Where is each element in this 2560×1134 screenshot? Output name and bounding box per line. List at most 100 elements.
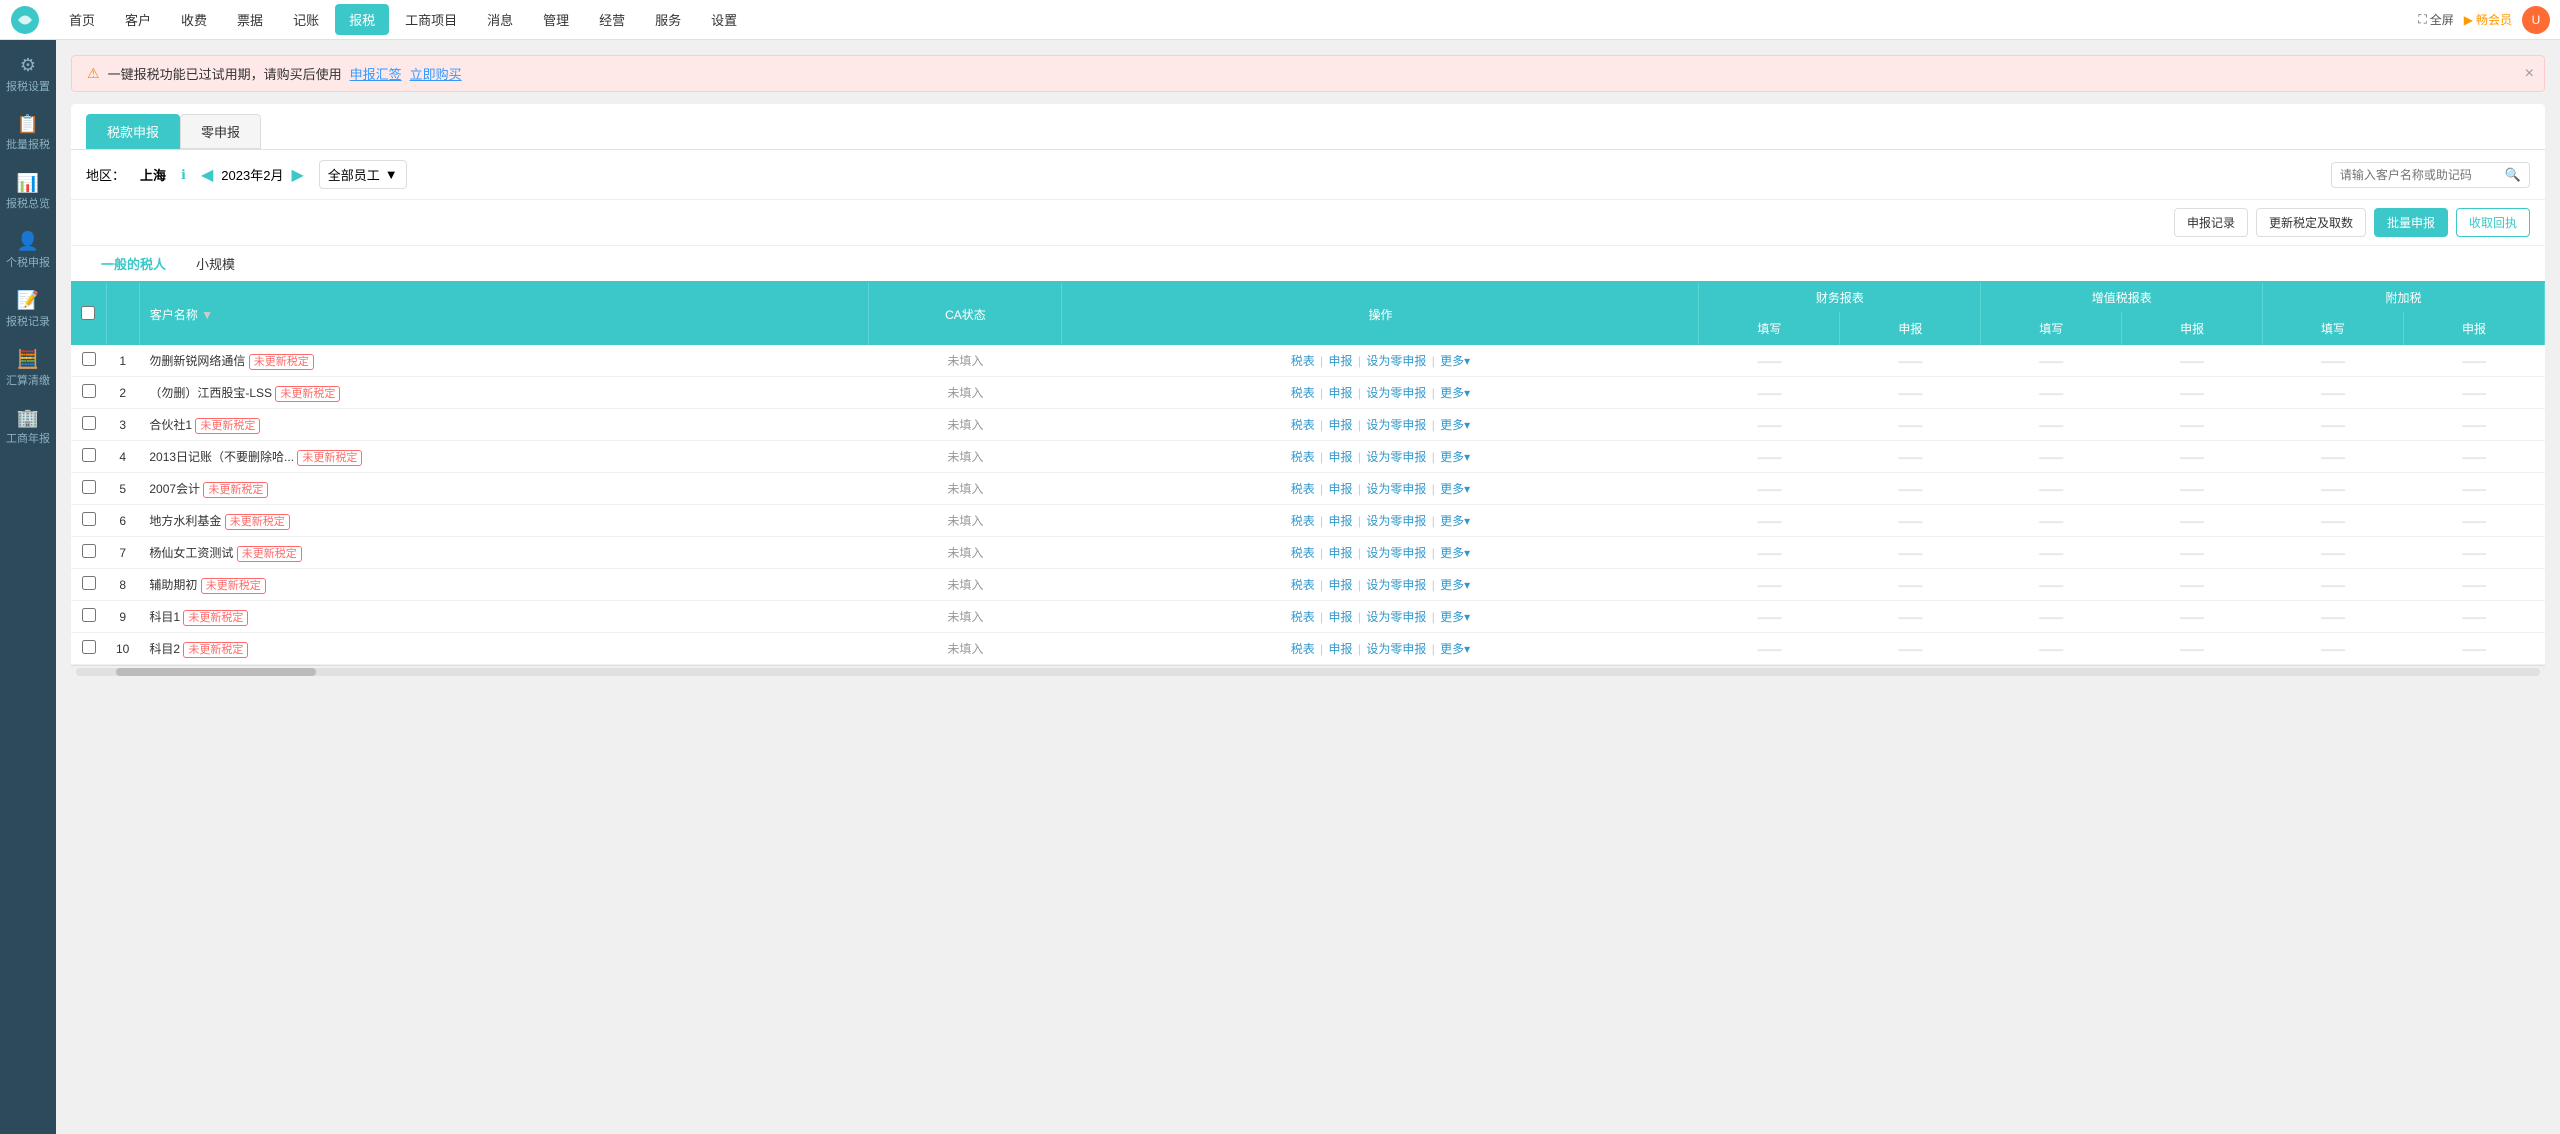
customer-name-4[interactable]: 2007会计 (149, 482, 200, 496)
op-submit-0[interactable]: 申报 (1329, 354, 1353, 368)
nav-bookkeeping[interactable]: 记账 (279, 4, 333, 35)
op-more-0[interactable]: 更多▾ (1440, 354, 1470, 368)
employee-select[interactable]: 全部员工 ▼ (319, 160, 407, 189)
row-checkbox-3[interactable] (82, 448, 96, 462)
customer-name-9[interactable]: 科目2 (149, 642, 180, 656)
scroll-thumb[interactable] (116, 668, 316, 676)
nav-tax[interactable]: 报税 (335, 4, 389, 35)
op-taxform-4[interactable]: 税表 (1291, 482, 1315, 496)
customer-name-0[interactable]: 勿删新锐网络通信 (149, 354, 245, 368)
op-zero-6[interactable]: 设为零申报 (1366, 546, 1426, 560)
nav-settings[interactable]: 设置 (697, 4, 751, 35)
op-submit-4[interactable]: 申报 (1329, 482, 1353, 496)
op-more-9[interactable]: 更多▾ (1440, 642, 1470, 656)
op-taxform-7[interactable]: 税表 (1291, 578, 1315, 592)
nav-customer[interactable]: 客户 (111, 4, 165, 35)
op-more-6[interactable]: 更多▾ (1440, 546, 1470, 560)
row-checkbox-0[interactable] (82, 352, 96, 366)
retrieve-receipt-button[interactable]: 收取回执 (2456, 208, 2530, 237)
nav-home[interactable]: 首页 (55, 4, 109, 35)
sidebar-item-batch-tax[interactable]: 📋 批量报税 (0, 104, 56, 163)
nav-invoice[interactable]: 票据 (223, 4, 277, 35)
sidebar-item-annual-report[interactable]: 🏢 工商年报 (0, 398, 56, 457)
op-taxform-9[interactable]: 税表 (1291, 642, 1315, 656)
op-more-8[interactable]: 更多▾ (1440, 610, 1470, 624)
op-taxform-6[interactable]: 税表 (1291, 546, 1315, 560)
sidebar-item-personal-tax[interactable]: 👤 个税申报 (0, 221, 56, 280)
tab-tax-declaration[interactable]: 税款申报 (86, 114, 180, 149)
app-logo[interactable] (10, 5, 40, 35)
op-zero-8[interactable]: 设为零申报 (1366, 610, 1426, 624)
customer-name-3[interactable]: 2013日记账（不要删除哈... (149, 450, 294, 464)
search-icon[interactable]: 🔍 (2505, 167, 2521, 183)
row-checkbox-5[interactable] (82, 512, 96, 526)
row-checkbox-8[interactable] (82, 608, 96, 622)
op-more-1[interactable]: 更多▾ (1440, 386, 1470, 400)
op-zero-7[interactable]: 设为零申报 (1366, 578, 1426, 592)
sidebar-item-tax-overview[interactable]: 📊 报税总览 (0, 163, 56, 222)
customer-name-7[interactable]: 辅助期初 (149, 578, 197, 592)
tab-zero-declaration[interactable]: 零申报 (180, 114, 261, 149)
op-submit-8[interactable]: 申报 (1329, 610, 1353, 624)
horizontal-scrollbar[interactable] (71, 665, 2545, 677)
notice-close-button[interactable]: × (2525, 65, 2534, 83)
nav-service[interactable]: 服务 (641, 4, 695, 35)
op-taxform-1[interactable]: 税表 (1291, 386, 1315, 400)
op-taxform-5[interactable]: 税表 (1291, 514, 1315, 528)
fullscreen-button[interactable]: ⛶ 全屏 (2418, 11, 2453, 28)
row-checkbox-2[interactable] (82, 416, 96, 430)
date-prev-button[interactable]: ◀ (201, 165, 213, 185)
op-more-4[interactable]: 更多▾ (1440, 482, 1470, 496)
op-more-5[interactable]: 更多▾ (1440, 514, 1470, 528)
subtab-general-taxpayer[interactable]: 一般的税人 (86, 246, 181, 283)
op-zero-5[interactable]: 设为零申报 (1366, 514, 1426, 528)
customer-name-5[interactable]: 地方水利基金 (149, 514, 221, 528)
customer-name-1[interactable]: （勿删）江西股宝-LSS (149, 386, 272, 400)
op-more-2[interactable]: 更多▾ (1440, 418, 1470, 432)
op-submit-3[interactable]: 申报 (1329, 450, 1353, 464)
op-more-3[interactable]: 更多▾ (1440, 450, 1470, 464)
op-more-7[interactable]: 更多▾ (1440, 578, 1470, 592)
customer-name-6[interactable]: 杨仙女工资测试 (149, 546, 233, 560)
sidebar-item-settlement[interactable]: 🧮 汇算清缴 (0, 339, 56, 398)
row-checkbox-7[interactable] (82, 576, 96, 590)
op-zero-0[interactable]: 设为零申报 (1366, 354, 1426, 368)
op-submit-9[interactable]: 申报 (1329, 642, 1353, 656)
customer-name-2[interactable]: 合伙社1 (149, 418, 192, 432)
search-input[interactable] (2340, 168, 2500, 182)
sidebar-item-tax-record[interactable]: 📝 报税记录 (0, 280, 56, 339)
nav-commerce[interactable]: 工商项目 (391, 4, 471, 35)
nav-billing[interactable]: 收费 (167, 4, 221, 35)
op-taxform-0[interactable]: 税表 (1291, 354, 1315, 368)
op-zero-9[interactable]: 设为零申报 (1366, 642, 1426, 656)
op-taxform-8[interactable]: 税表 (1291, 610, 1315, 624)
op-zero-3[interactable]: 设为零申报 (1366, 450, 1426, 464)
op-taxform-3[interactable]: 税表 (1291, 450, 1315, 464)
nav-message[interactable]: 消息 (473, 4, 527, 35)
sidebar-item-tax-settings[interactable]: ⚙ 报税设置 (0, 45, 56, 104)
declaration-record-button[interactable]: 申报记录 (2174, 208, 2248, 237)
op-submit-2[interactable]: 申报 (1329, 418, 1353, 432)
row-checkbox-1[interactable] (82, 384, 96, 398)
vip-button[interactable]: ▶ 畅会员 (2464, 11, 2512, 28)
op-taxform-2[interactable]: 税表 (1291, 418, 1315, 432)
row-checkbox-9[interactable] (82, 640, 96, 654)
customer-name-8[interactable]: 科目1 (149, 610, 180, 624)
op-submit-5[interactable]: 申报 (1329, 514, 1353, 528)
op-submit-1[interactable]: 申报 (1329, 386, 1353, 400)
row-checkbox-6[interactable] (82, 544, 96, 558)
update-tax-button[interactable]: 更新税定及取数 (2256, 208, 2366, 237)
op-zero-4[interactable]: 设为零申报 (1366, 482, 1426, 496)
select-all-checkbox[interactable] (81, 306, 95, 320)
notice-link2[interactable]: 立即购买 (410, 64, 462, 83)
op-submit-6[interactable]: 申报 (1329, 546, 1353, 560)
notice-link1[interactable]: 申报汇签 (350, 64, 402, 83)
nav-manage[interactable]: 管理 (529, 4, 583, 35)
op-zero-1[interactable]: 设为零申报 (1366, 386, 1426, 400)
subtab-small-scale[interactable]: 小规模 (181, 246, 250, 283)
op-submit-7[interactable]: 申报 (1329, 578, 1353, 592)
row-checkbox-4[interactable] (82, 480, 96, 494)
date-next-button[interactable]: ▶ (291, 165, 303, 185)
nav-operation[interactable]: 经营 (585, 4, 639, 35)
op-zero-2[interactable]: 设为零申报 (1366, 418, 1426, 432)
